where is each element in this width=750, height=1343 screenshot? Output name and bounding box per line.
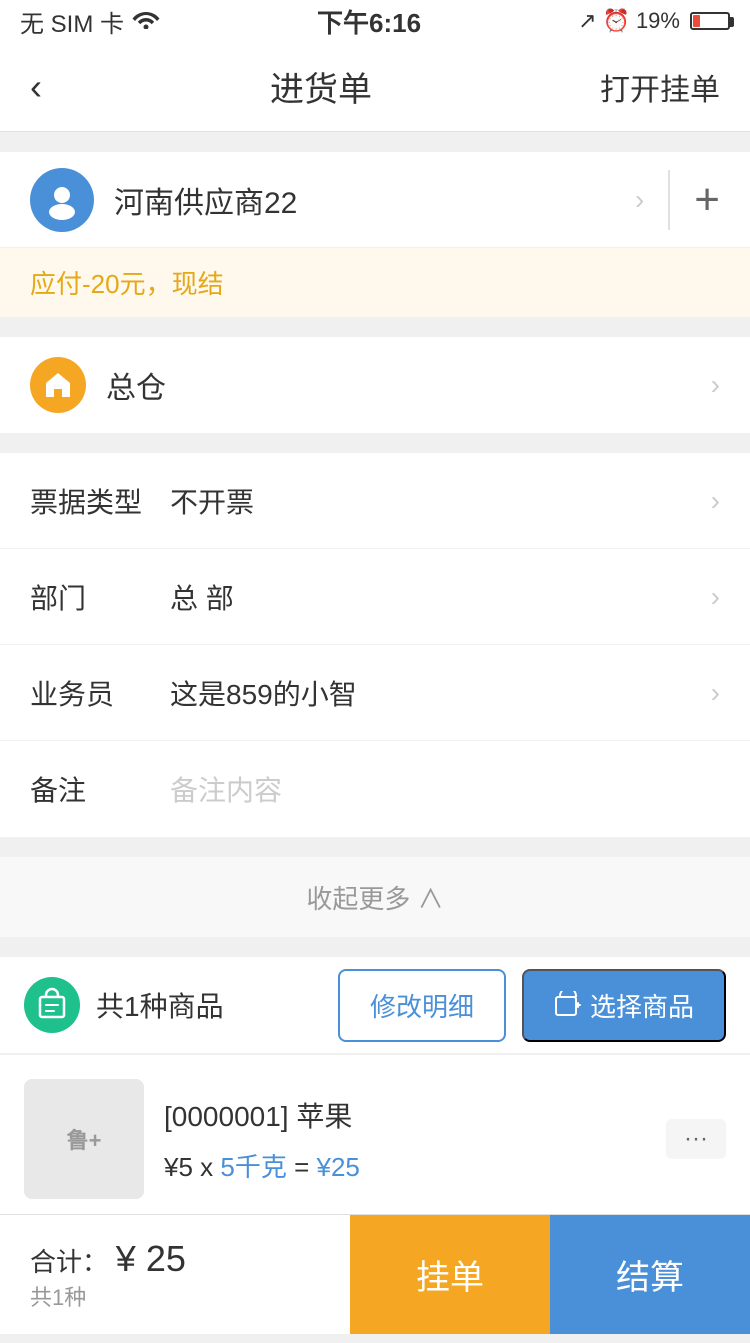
status-right: ↗ ⏰ 19%: [578, 8, 730, 34]
product-code: [0000001]: [164, 1101, 289, 1132]
battery-icon: [690, 12, 730, 30]
select-product-label: 选择商品: [590, 987, 694, 1024]
hang-label: 挂单: [416, 1250, 484, 1299]
total-count: 共1种: [30, 1280, 320, 1312]
supplier-divider: [668, 170, 670, 230]
remark-row[interactable]: 备注 备注内容: [0, 741, 750, 837]
ticket-type-label: 票据类型: [30, 481, 150, 521]
add-supplier-button[interactable]: +: [694, 175, 720, 225]
total-label: 合计：: [30, 1247, 108, 1277]
wifi-icon: [132, 7, 160, 36]
ticket-type-value: 不开票: [150, 481, 711, 521]
owl-logo: 鲁+: [67, 1123, 102, 1155]
dept-chevron-icon: ›: [711, 581, 720, 613]
total-line: 合计： ¥ 25: [30, 1238, 320, 1280]
alarm-icon: ⏰: [603, 8, 630, 34]
battery-percent: 19%: [636, 8, 680, 34]
bottom-bar: 合计： ¥ 25 共1种 挂单 结算: [0, 1214, 750, 1334]
edit-detail-button[interactable]: 修改明细: [338, 969, 506, 1042]
status-time: 下午6:16: [317, 3, 421, 40]
warehouse-icon: [30, 357, 86, 413]
collapse-label: 收起更多 ∧: [306, 879, 443, 916]
notice-text: 应付-20元，现结: [30, 269, 224, 299]
product-quantity: 5千克: [220, 1152, 286, 1182]
sales-chevron-icon: ›: [711, 677, 720, 709]
remark-input[interactable]: 备注内容: [150, 769, 720, 809]
checkout-label: 结算: [616, 1250, 684, 1299]
total-section: 合计： ¥ 25 共1种: [0, 1215, 350, 1334]
location-icon: ↗: [578, 8, 596, 34]
sales-label: 业务员: [30, 673, 150, 713]
product-total: ¥25: [317, 1152, 360, 1182]
supplier-avatar: [30, 168, 94, 232]
warehouse-name: 总仓: [106, 363, 711, 407]
ticket-chevron-icon: ›: [711, 485, 720, 517]
hang-button[interactable]: 挂单: [350, 1215, 550, 1334]
dept-value: 总 部: [150, 577, 711, 617]
remark-label: 备注: [30, 769, 150, 809]
checkout-button[interactable]: 结算: [550, 1215, 750, 1334]
section-gap-1: [0, 132, 750, 152]
total-amount: ¥ 25: [116, 1238, 186, 1279]
product-count-label: 共1种商品: [96, 985, 322, 1025]
product-unit-price: ¥5: [164, 1152, 193, 1182]
warehouse-row[interactable]: 总仓 ›: [0, 337, 750, 433]
supplier-row[interactable]: 河南供应商22 › +: [0, 152, 750, 248]
supplier-chevron-icon: ›: [635, 184, 644, 216]
product-item: 鲁+ [0000001] 苹果 ¥5 x 5千克 = ¥25 ···: [0, 1055, 750, 1223]
sales-row[interactable]: 业务员 这是859的小智 ›: [0, 645, 750, 741]
collapse-bar[interactable]: 收起更多 ∧: [0, 857, 750, 937]
status-bar: 无 SIM 卡 下午6:16 ↗ ⏰ 19%: [0, 0, 750, 42]
product-info: [0000001] 苹果 ¥5 x 5千克 = ¥25: [164, 1095, 646, 1184]
ticket-type-row[interactable]: 票据类型 不开票 ›: [0, 453, 750, 549]
product-name: [0000001] 苹果: [164, 1095, 646, 1135]
product-price-row: ¥5 x 5千克 = ¥25: [164, 1147, 646, 1184]
status-left: 无 SIM 卡: [20, 4, 160, 39]
page-title: 进货单: [270, 62, 372, 111]
product-header: 共1种商品 修改明细 选择商品: [0, 957, 750, 1053]
dept-label: 部门: [30, 577, 150, 617]
product-thumbnail: 鲁+: [24, 1079, 144, 1199]
open-hang-button[interactable]: 打开挂单: [600, 65, 720, 109]
dept-row[interactable]: 部门 总 部 ›: [0, 549, 750, 645]
select-product-button[interactable]: 选择商品: [522, 969, 726, 1042]
warehouse-chevron-icon: ›: [711, 369, 720, 401]
carrier-label: 无 SIM 卡: [20, 4, 124, 39]
product-title: 苹果: [296, 1101, 352, 1132]
form-section: 票据类型 不开票 › 部门 总 部 › 业务员 这是859的小智 › 备注 备注…: [0, 453, 750, 837]
nav-bar: ‹ 进货单 打开挂单: [0, 42, 750, 132]
product-more-button[interactable]: ···: [666, 1119, 726, 1159]
sales-value: 这是859的小智: [150, 673, 711, 713]
notice-bar: 应付-20元，现结: [0, 248, 750, 317]
product-count-icon: [24, 977, 80, 1033]
supplier-name: 河南供应商22: [114, 178, 635, 222]
back-button[interactable]: ‹: [30, 66, 42, 108]
